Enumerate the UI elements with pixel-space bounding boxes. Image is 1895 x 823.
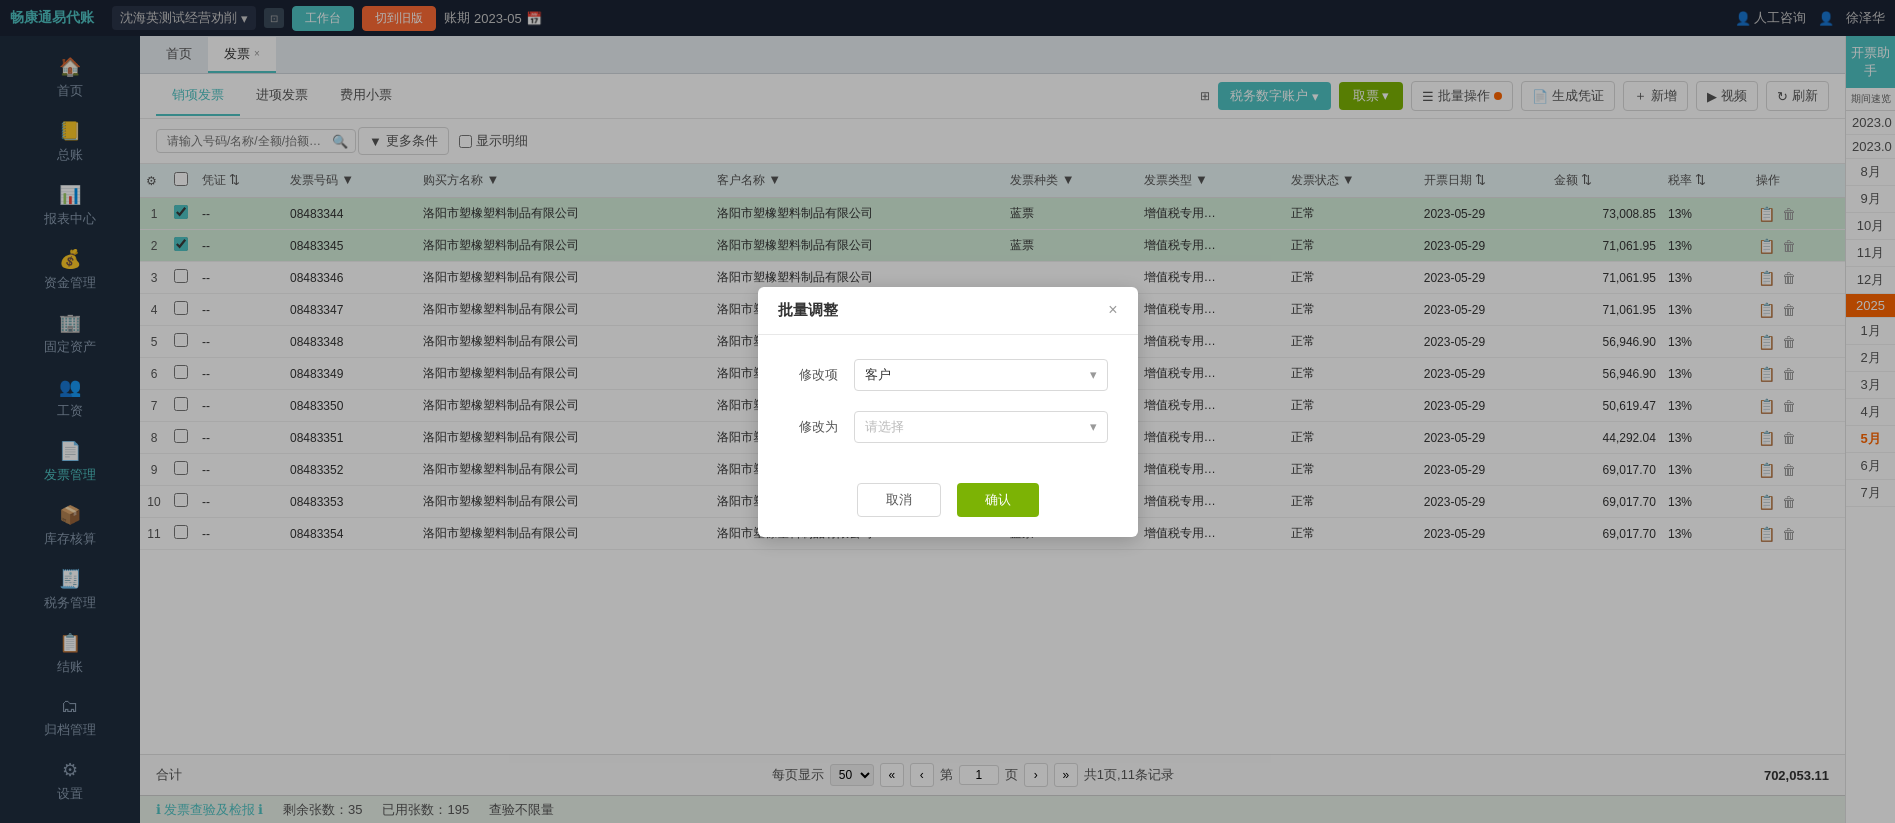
modal-footer: 取消 确认 xyxy=(758,467,1138,537)
field-select[interactable]: 客户 ▾ xyxy=(854,359,1108,391)
value-select[interactable]: 请选择 ▾ xyxy=(854,411,1108,443)
field-value: 客户 xyxy=(865,366,891,384)
value-chevron-icon: ▾ xyxy=(1090,419,1097,434)
confirm-button[interactable]: 确认 xyxy=(957,483,1039,517)
value-row: 修改为 请选择 ▾ xyxy=(788,411,1108,443)
value-label: 修改为 xyxy=(788,418,838,436)
modal-body: 修改项 客户 ▾ 修改为 请选择 ▾ xyxy=(758,335,1138,467)
batch-adjust-modal: 批量调整 × 修改项 客户 ▾ 修改为 请选择 ▾ 取消 确认 xyxy=(758,287,1138,537)
value-placeholder: 请选择 xyxy=(865,418,904,436)
modal-close-button[interactable]: × xyxy=(1108,301,1117,319)
cancel-button[interactable]: 取消 xyxy=(857,483,941,517)
field-label: 修改项 xyxy=(788,366,838,384)
modal-overlay[interactable]: 批量调整 × 修改项 客户 ▾ 修改为 请选择 ▾ 取消 确认 xyxy=(0,0,1895,823)
modal-header: 批量调整 × xyxy=(758,287,1138,335)
modal-title: 批量调整 xyxy=(778,301,838,320)
field-chevron-icon: ▾ xyxy=(1090,367,1097,382)
field-row: 修改项 客户 ▾ xyxy=(788,359,1108,391)
